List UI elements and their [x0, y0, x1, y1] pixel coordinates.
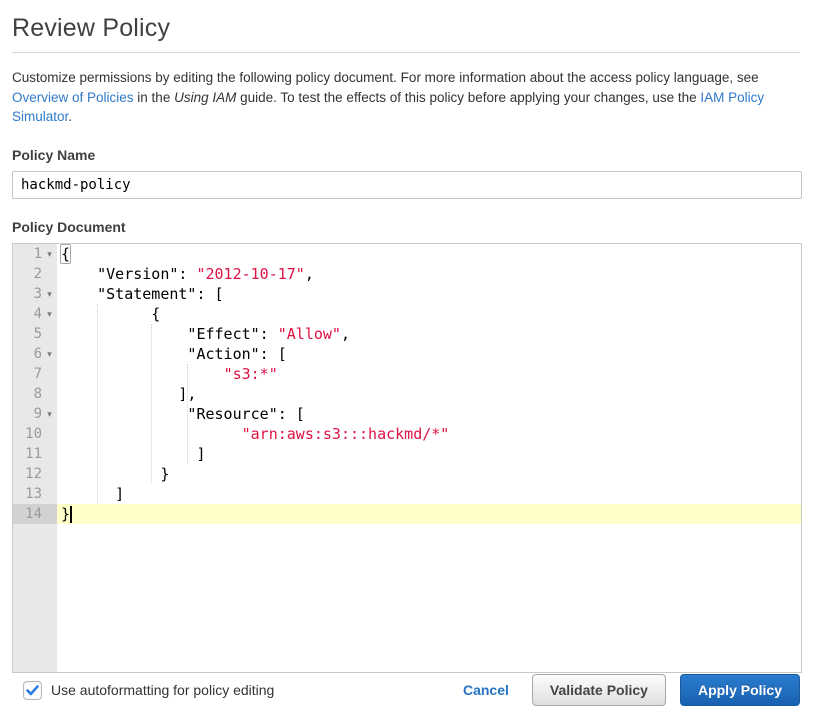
intro-text-3: guide. To test the effects of this polic… — [236, 90, 700, 105]
json-token: "Action": [ — [61, 345, 287, 363]
fold-toggle-icon[interactable]: ▾ — [42, 404, 57, 424]
apply-policy-button[interactable]: Apply Policy — [680, 674, 800, 706]
code-line[interactable]: ], — [57, 384, 801, 404]
policy-name-input[interactable] — [12, 171, 802, 199]
intro-text-1: Customize permissions by editing the fol… — [12, 70, 759, 85]
code-line[interactable]: ] — [57, 484, 801, 504]
line-number: 8 — [34, 386, 42, 402]
json-string-token: "2012-10-17" — [196, 265, 304, 283]
json-string-token: "arn:aws:s3:::hackmd/*" — [242, 425, 450, 443]
code-line[interactable]: { — [57, 304, 801, 324]
code-line[interactable]: } — [57, 504, 801, 524]
line-number: 6 — [34, 346, 42, 362]
json-token — [61, 425, 242, 443]
gutter-line-number: 11 — [13, 444, 57, 464]
using-iam-guide-name: Using IAM — [174, 90, 236, 105]
json-token: ] — [61, 445, 206, 463]
checkmark-icon — [26, 685, 39, 696]
review-policy-page: Review Policy Customize permissions by e… — [0, 0, 814, 673]
json-token: { — [61, 305, 160, 323]
text-cursor — [70, 506, 72, 523]
json-token: } — [61, 465, 169, 483]
line-number: 13 — [25, 486, 42, 502]
autoformat-checkbox[interactable] — [23, 681, 42, 700]
json-token: , — [305, 265, 314, 283]
gutter-line-number[interactable]: 9▾ — [13, 404, 57, 424]
policy-name-label: Policy Name — [12, 147, 800, 163]
page-title: Review Policy — [12, 14, 800, 43]
json-string-token: "Allow" — [278, 325, 341, 343]
gutter-line-number[interactable]: 4▾ — [13, 304, 57, 324]
json-string-token: "s3:*" — [224, 365, 278, 383]
code-line[interactable]: "s3:*" — [57, 364, 801, 384]
gutter-line-number: 5 — [13, 324, 57, 344]
policy-document-editor[interactable]: 1▾23▾4▾56▾789▾1011121314 { "Version": "2… — [12, 243, 802, 673]
json-token — [61, 365, 224, 383]
gutter-line-number: 2 — [13, 264, 57, 284]
gutter-line-number: 14 — [13, 504, 57, 524]
json-token: "Version": — [61, 265, 196, 283]
line-number: 9 — [34, 406, 42, 422]
code-line[interactable]: ] — [57, 444, 801, 464]
overview-of-policies-link[interactable]: Overview of Policies — [12, 90, 134, 105]
line-number: 3 — [34, 286, 42, 302]
line-number: 4 — [34, 306, 42, 322]
fold-toggle-icon[interactable]: ▾ — [42, 344, 57, 364]
intro-text-2: in the — [134, 90, 175, 105]
json-token: ], — [61, 385, 196, 403]
gutter-line-number[interactable]: 1▾ — [13, 244, 57, 264]
editor-gutter: 1▾23▾4▾56▾789▾1011121314 — [13, 244, 57, 672]
footer-actions: Use autoformatting for policy editing Ca… — [12, 674, 800, 706]
line-number: 2 — [34, 266, 42, 282]
gutter-line-number: 10 — [13, 424, 57, 444]
autoformat-label: Use autoformatting for policy editing — [51, 682, 274, 698]
fold-toggle-icon[interactable]: ▾ — [42, 304, 57, 324]
line-number: 12 — [25, 466, 42, 482]
code-line[interactable]: "Statement": [ — [57, 284, 801, 304]
editor-code-area[interactable]: { "Version": "2012-10-17", "Statement": … — [57, 244, 801, 672]
policy-document-label: Policy Document — [12, 219, 800, 235]
json-token: "Resource": [ — [61, 405, 305, 423]
fold-toggle-icon[interactable]: ▾ — [42, 284, 57, 304]
gutter-line-number: 13 — [13, 484, 57, 504]
code-line[interactable]: "Effect": "Allow", — [57, 324, 801, 344]
code-line[interactable]: "Resource": [ — [57, 404, 801, 424]
code-line[interactable]: } — [57, 464, 801, 484]
line-number: 5 — [34, 326, 42, 342]
json-token: , — [341, 325, 350, 343]
gutter-line-number[interactable]: 6▾ — [13, 344, 57, 364]
gutter-line-number[interactable]: 3▾ — [13, 284, 57, 304]
json-token: ] — [61, 485, 124, 503]
gutter-line-number: 8 — [13, 384, 57, 404]
json-token: { — [61, 245, 70, 263]
code-line[interactable]: { — [57, 244, 801, 264]
intro-text-4: . — [68, 109, 72, 124]
intro-paragraph: Customize permissions by editing the fol… — [12, 68, 800, 127]
json-token: } — [61, 505, 70, 523]
code-line[interactable]: "Action": [ — [57, 344, 801, 364]
gutter-line-number: 12 — [13, 464, 57, 484]
line-number: 7 — [34, 366, 42, 382]
fold-toggle-icon[interactable]: ▾ — [42, 244, 57, 264]
line-number: 11 — [25, 446, 42, 462]
cancel-button[interactable]: Cancel — [463, 682, 509, 698]
line-number: 10 — [25, 426, 42, 442]
title-divider — [12, 52, 800, 53]
validate-policy-button[interactable]: Validate Policy — [532, 674, 666, 706]
gutter-line-number: 7 — [13, 364, 57, 384]
code-line[interactable]: "Version": "2012-10-17", — [57, 264, 801, 284]
json-token: "Effect": — [61, 325, 278, 343]
json-token: "Statement": [ — [61, 285, 224, 303]
line-number: 14 — [25, 506, 42, 522]
line-number: 1 — [34, 246, 42, 262]
code-line[interactable]: "arn:aws:s3:::hackmd/*" — [57, 424, 801, 444]
